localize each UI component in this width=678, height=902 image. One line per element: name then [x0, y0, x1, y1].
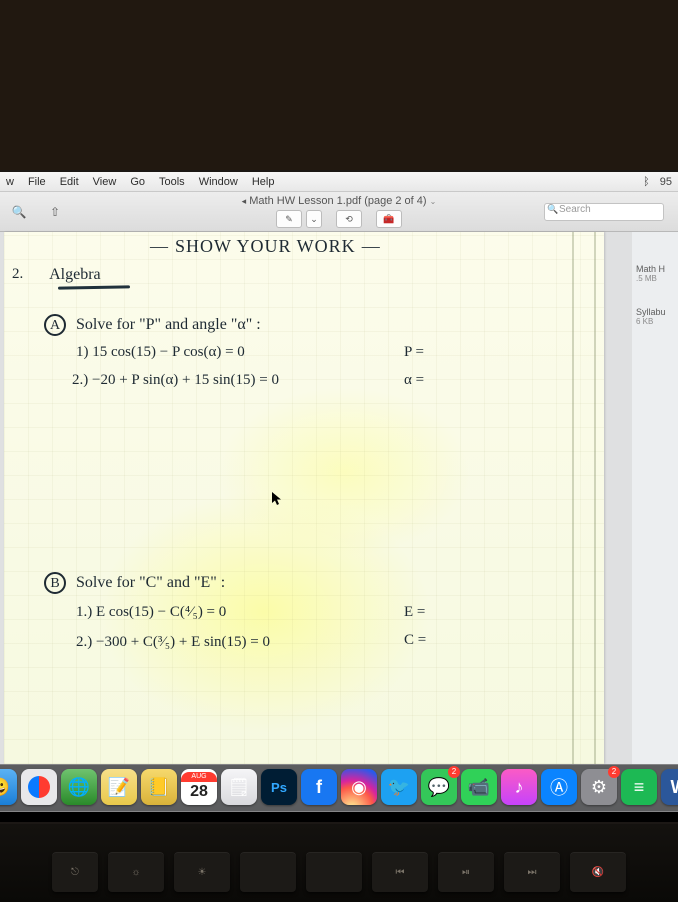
part-a-prompt: ASolve for "P" and angle "α" : [44, 314, 261, 336]
dock-tray: 😀 🌐 📝 📒 AUG 28 🗒 Ps f ◉ 🐦 💬2 📹 ♪ Ⓐ ⚙2 [0, 764, 678, 812]
battery-percent: 95 [660, 176, 672, 188]
dock-stickies-icon[interactable]: 📝 [101, 769, 137, 805]
calendar-day: 28 [190, 782, 208, 802]
dock: 😀 🌐 📝 📒 AUG 28 🗒 Ps f ◉ 🐦 💬2 📹 ♪ Ⓐ ⚙2 [0, 764, 678, 812]
dock-notes-icon[interactable]: 📒 [141, 769, 177, 805]
sidebar-file-2-size: 6 KB [636, 317, 674, 326]
key-f2: ☀ [174, 852, 230, 892]
sidebar-file-1[interactable]: Math H [636, 264, 674, 274]
answer-alpha: α = [404, 372, 424, 389]
dock-twitter-icon[interactable]: 🐦 [381, 769, 417, 805]
photo-background: w File Edit View Go Tools Window Help ᛒ … [0, 0, 678, 902]
dock-finder-icon[interactable]: 😀 [0, 769, 17, 805]
menu-file[interactable]: File [28, 176, 46, 188]
dock-instagram-icon[interactable]: ◉ [341, 769, 377, 805]
part-a-letter: A [44, 314, 66, 336]
section-number: 2. [12, 266, 23, 283]
dock-facetime-icon[interactable]: 📹 [461, 769, 497, 805]
equation-a1: 1) 15 cos(15) − P cos(α) = 0 [76, 344, 245, 361]
equation-a2: 2.) −20 + P sin(α) + 15 sin(15) = 0 [72, 372, 279, 389]
app-menu-initial[interactable]: w [6, 176, 14, 188]
dock-maps-icon[interactable]: 🌐 [61, 769, 97, 805]
page-content: SHOW YOUR WORK 2. 2. Algebra ASolve for … [4, 232, 604, 764]
mouse-cursor-icon [272, 492, 282, 506]
search-input[interactable]: Search [544, 203, 664, 221]
bluetooth-icon[interactable]: ᛒ [643, 176, 650, 188]
part-b-prompt: BSolve for "C" and "E" : [44, 572, 225, 594]
menu-tools[interactable]: Tools [159, 176, 185, 188]
worksheet-header: SHOW YOUR WORK [144, 236, 387, 257]
dock-sysprefs-icon[interactable]: ⚙2 [581, 769, 617, 805]
key-f4 [306, 852, 362, 892]
title-underline [58, 285, 130, 289]
margin-line [594, 232, 596, 764]
laptop-bezel [0, 0, 678, 170]
dock-word-icon[interactable]: W [661, 769, 678, 805]
dock-appstore-icon[interactable]: Ⓐ [541, 769, 577, 805]
answer-p: P = [404, 344, 424, 361]
sidebar-file-1-size: .5 MB [636, 274, 674, 283]
mac-menubar: w File Edit View Go Tools Window Help ᛒ … [0, 172, 678, 192]
menu-go[interactable]: Go [130, 176, 145, 188]
menu-edit[interactable]: Edit [60, 176, 79, 188]
dock-calendar-icon[interactable]: AUG 28 [181, 769, 217, 805]
key-esc: ⎋ [52, 852, 98, 892]
margin-line [572, 232, 574, 764]
equation-b2: 2.) −300 + C(³⁄₅) + E sin(15) = 0 [76, 634, 270, 651]
markup-dropdown[interactable]: ⌄ [306, 210, 322, 228]
key-f6: ⏯ [438, 852, 494, 892]
equation-b1: 1.) E cos(15) − C(⁴⁄₅) = 0 [76, 604, 226, 621]
section-title: 2. Algebra [34, 266, 101, 284]
screen-area: w File Edit View Go Tools Window Help ᛒ … [0, 172, 678, 822]
key-f7: ⏭ [504, 852, 560, 892]
menu-help[interactable]: Help [252, 176, 275, 188]
dock-messages-icon[interactable]: 💬2 [421, 769, 457, 805]
dock-photoshop-icon[interactable]: Ps [261, 769, 297, 805]
key-f5: ⏮ [372, 852, 428, 892]
answer-e: E = [404, 604, 425, 621]
dock-safari-icon[interactable] [21, 769, 57, 805]
messages-badge: 2 [448, 766, 460, 778]
calendar-month: AUG [181, 772, 217, 782]
answer-c: C = [404, 632, 426, 649]
rotate-button[interactable]: ⟲ [336, 210, 362, 228]
finder-sidebar-sliver: Math H .5 MB Syllabu 6 KB [632, 232, 678, 764]
pdf-page: SHOW YOUR WORK 2. 2. Algebra ASolve for … [4, 232, 604, 764]
dock-spotify-icon[interactable]: ≡ [621, 769, 657, 805]
markup-button[interactable]: ✎ [276, 210, 302, 228]
document-viewport[interactable]: SHOW YOUR WORK 2. 2. Algebra ASolve for … [0, 232, 678, 764]
sysprefs-badge: 2 [608, 766, 620, 778]
sidebar-file-2[interactable]: Syllabu [636, 307, 674, 317]
menu-window[interactable]: Window [199, 176, 238, 188]
dock-reminders-icon[interactable]: 🗒 [221, 769, 257, 805]
key-f1: ☼ [108, 852, 164, 892]
preview-toolbar: 🔍 ⇧ ◂ Math HW Lesson 1.pdf (page 2 of 4)… [0, 192, 678, 232]
markup-toolbar-button[interactable]: 🧰 [376, 210, 402, 228]
key-f3 [240, 852, 296, 892]
key-f8: 🔇 [570, 852, 626, 892]
part-b-letter: B [44, 572, 66, 594]
keyboard: ⎋ ☼ ☀ ⏮ ⏯ ⏭ 🔇 [0, 824, 678, 902]
menu-view[interactable]: View [93, 176, 117, 188]
dock-itunes-icon[interactable]: ♪ [501, 769, 537, 805]
dock-facebook-icon[interactable]: f [301, 769, 337, 805]
